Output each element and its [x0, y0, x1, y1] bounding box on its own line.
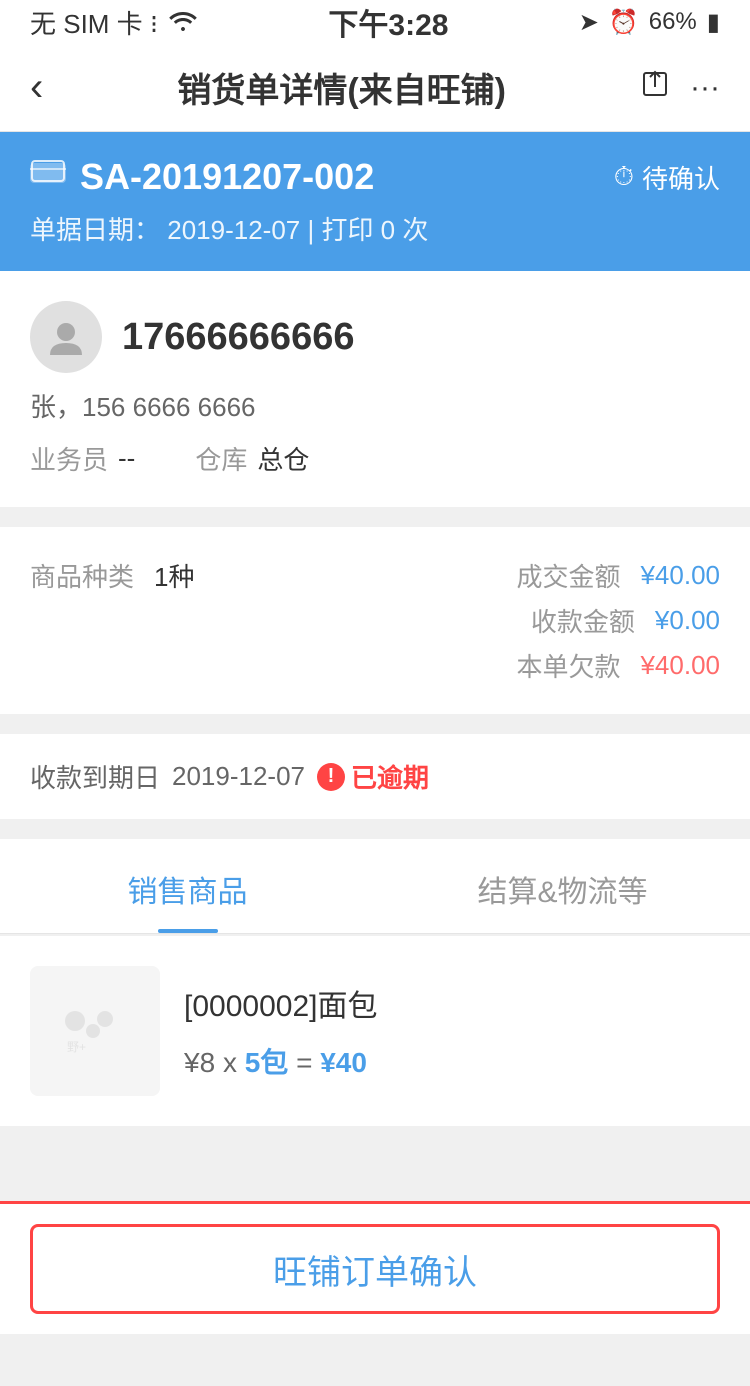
- nav-bar: ‹ 销货单详情(来自旺铺) ···: [0, 44, 750, 132]
- order-type-icon: [30, 159, 66, 195]
- owed-label: 本单欠款: [516, 647, 620, 684]
- status-left: 无 SIM 卡 ⁝: [30, 4, 198, 41]
- battery-text: 66%: [649, 8, 697, 36]
- product-item: 野+ [0000002]面包 ¥8 x 5包 = ¥40: [0, 936, 750, 1126]
- order-header: SA-20191207-002 ⏱ 待确认 单据日期： 2019-12-07 |…: [0, 132, 750, 271]
- received-label: 收款金额: [531, 602, 635, 639]
- tabs-section: 销售商品 结算&物流等: [0, 839, 750, 934]
- due-date: 2019-12-07: [172, 761, 305, 792]
- status-bar: 无 SIM 卡 ⁝ 下午3:28 ➤ ⏰ 66% ▮: [0, 0, 750, 44]
- bottom-bar: 旺铺订单确认: [0, 1201, 750, 1334]
- summary-section: 商品种类 1种 成交金额 ¥40.00 收款金额 ¥0.00 本单欠款 ¥40.…: [0, 527, 750, 714]
- order-date: 单据日期： 2019-12-07 | 打印 0 次: [30, 210, 720, 247]
- received-value: ¥0.00: [655, 605, 720, 636]
- status-text: 待确认: [642, 159, 720, 196]
- price-separator: x: [223, 1047, 245, 1078]
- wifi-icon: [168, 7, 198, 38]
- amount-label: 成交金额: [516, 557, 620, 594]
- product-price: ¥8 x 5包 = ¥40: [184, 1041, 720, 1081]
- customer-meta: 业务员 -- 仓库 总仓: [30, 440, 720, 477]
- svg-text:野+: 野+: [67, 1040, 86, 1054]
- battery-icon: ▮: [707, 8, 720, 37]
- warehouse-value: 总仓: [257, 440, 309, 477]
- tab-sales-products[interactable]: 销售商品: [0, 839, 375, 933]
- status-right: ➤ ⏰ 66% ▮: [579, 8, 720, 37]
- customer-section: 17666666666 张，156 6666 6666 业务员 -- 仓库 总仓: [0, 271, 750, 507]
- order-id: SA-20191207-002: [80, 156, 374, 198]
- avatar: [30, 301, 102, 373]
- back-button[interactable]: ‹: [30, 65, 43, 110]
- tabs-row: 销售商品 结算&物流等: [0, 839, 750, 934]
- price-equals: =: [296, 1047, 320, 1078]
- nav-left: ‹: [30, 65, 43, 110]
- due-label: 收款到期日: [30, 758, 160, 795]
- product-qty: 5包: [245, 1047, 289, 1078]
- overdue-icon: !: [317, 763, 345, 791]
- confirm-button[interactable]: 旺铺订单确认: [30, 1224, 720, 1314]
- product-section: 野+ [0000002]面包 ¥8 x 5包 = ¥40: [0, 936, 750, 1126]
- order-status: ⏱ 待确认: [614, 159, 720, 196]
- location-icon: ➤: [579, 8, 599, 37]
- amount-value: ¥40.00: [640, 560, 720, 591]
- status-time: 下午3:28: [328, 0, 448, 44]
- warehouse-label: 仓库: [195, 440, 247, 477]
- overdue-badge: ! 已逾期: [317, 758, 429, 795]
- customer-phone: 17666666666: [122, 316, 354, 359]
- product-info: [0000002]面包 ¥8 x 5包 = ¥40: [184, 981, 720, 1081]
- tab-settlement[interactable]: 结算&物流等: [375, 839, 750, 933]
- customer-name: 张，156 6666 6666: [30, 387, 720, 424]
- product-thumbnail: 野+: [30, 966, 160, 1096]
- owed-value: ¥40.00: [640, 650, 720, 681]
- share-icon[interactable]: [640, 69, 670, 107]
- price-unit: ¥8: [184, 1047, 215, 1078]
- sales-label: 业务员: [30, 440, 108, 477]
- alarm-icon: ⏰: [609, 8, 639, 37]
- more-icon[interactable]: ···: [690, 71, 720, 105]
- category-value: 1种: [154, 557, 194, 594]
- page-title: 销货单详情(来自旺铺): [177, 63, 506, 112]
- sales-value: --: [118, 443, 135, 474]
- product-name: [0000002]面包: [184, 981, 720, 1025]
- product-total: ¥40: [320, 1047, 367, 1078]
- due-section: 收款到期日 2019-12-07 ! 已逾期: [0, 734, 750, 819]
- nav-right: ···: [640, 69, 720, 107]
- clock-icon: ⏱: [614, 161, 634, 193]
- category-label: 商品种类: [30, 557, 134, 594]
- overdue-text: 已逾期: [351, 758, 429, 795]
- no-sim-text: 无 SIM 卡 ⁝: [30, 4, 158, 41]
